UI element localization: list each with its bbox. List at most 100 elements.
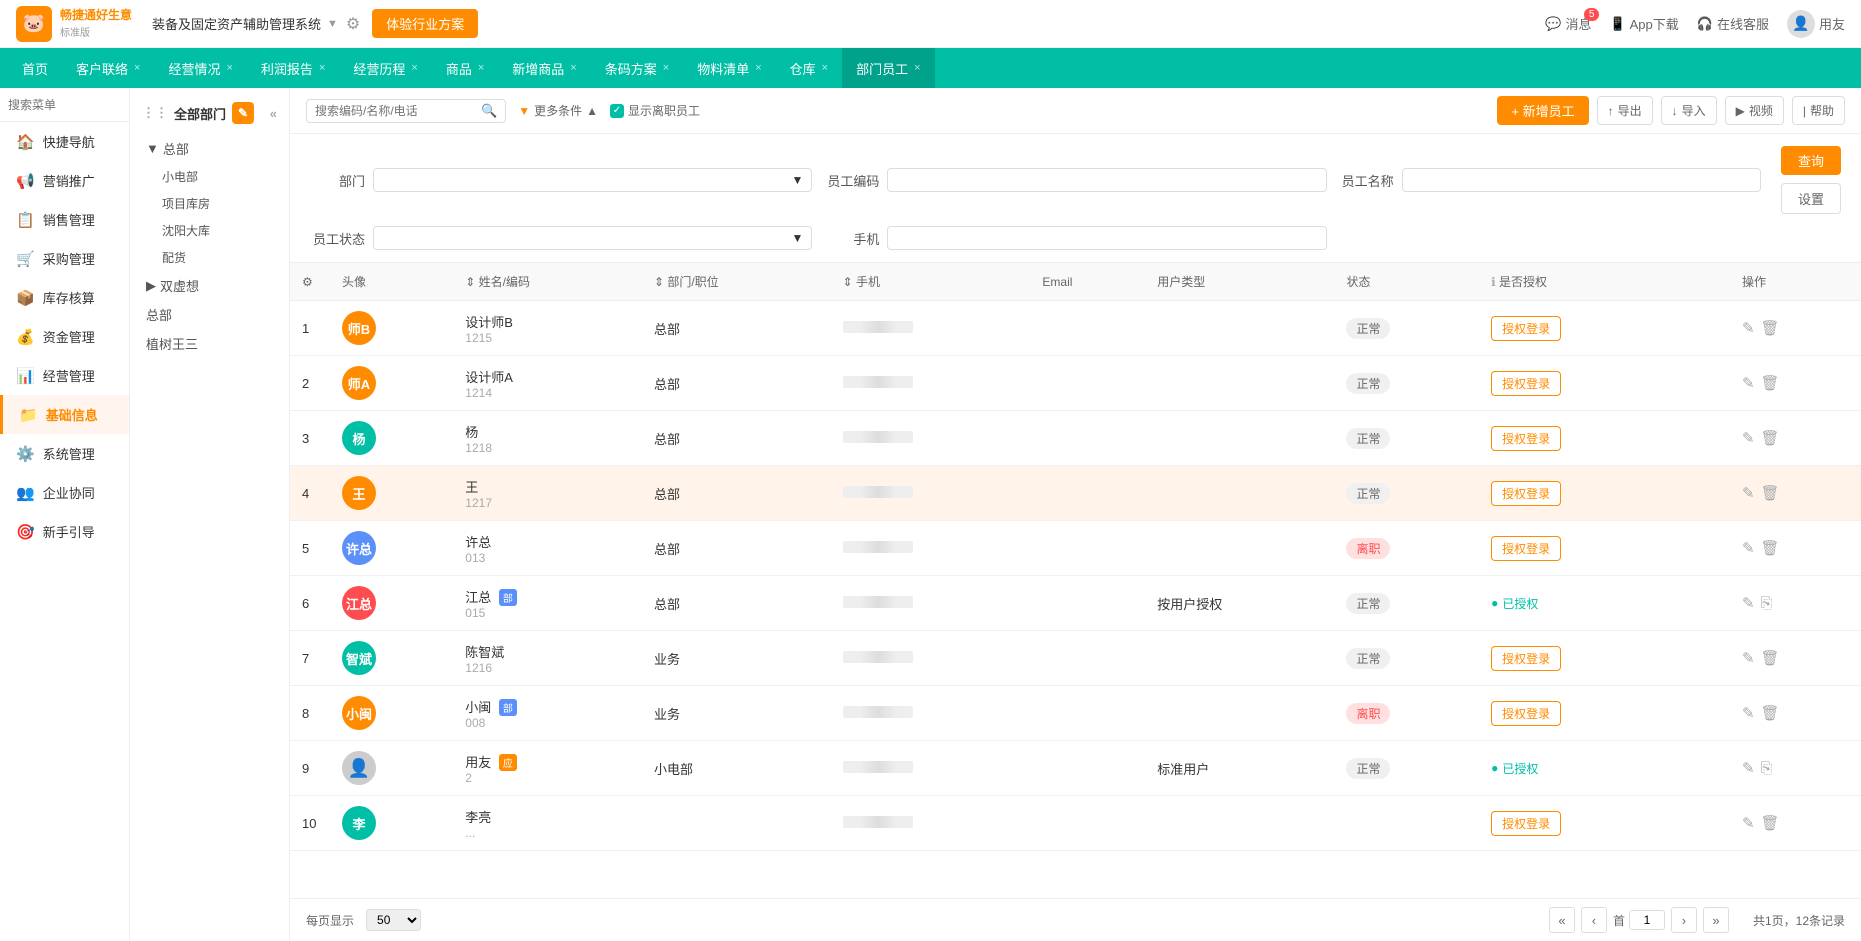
tab-barcode[interactable]: 条码方案× — [591, 48, 683, 88]
dept-node-distribution[interactable]: 配货 — [146, 244, 289, 271]
sidebar-item-basic[interactable]: 📁 基础信息 — [0, 395, 129, 434]
copy-icon[interactable]: ⎘ — [1761, 595, 1773, 612]
auth-login-button[interactable]: 授权登录 — [1491, 811, 1561, 836]
auth-login-button[interactable]: 授权登录 — [1491, 481, 1561, 506]
trial-button[interactable]: 体验行业方案 — [372, 9, 478, 38]
tab-history[interactable]: 经营历程× — [339, 48, 431, 88]
dept-node-shenyang[interactable]: 沈阳大库 — [146, 217, 289, 244]
sidebar-item-collab[interactable]: 👥 企业协同 — [0, 473, 129, 512]
dept-node-proj-room[interactable]: 项目库房 — [146, 190, 289, 217]
edit-icon[interactable]: ✎ — [1742, 374, 1755, 392]
add-employee-button[interactable]: + 新增员工 — [1497, 96, 1588, 125]
edit-icon[interactable]: ✎ — [1742, 484, 1755, 502]
dept-node-plant[interactable]: 植树王三 — [130, 329, 289, 358]
service-btn[interactable]: 🎧 在线客服 — [1697, 14, 1769, 33]
col-dept[interactable]: ⇕ 部门/职位 — [642, 263, 831, 301]
delete-icon[interactable]: 🗑 — [1761, 704, 1780, 722]
close-icon[interactable]: × — [134, 62, 140, 74]
close-icon[interactable]: × — [478, 62, 484, 74]
sidebar-item-marketing[interactable]: 📢 营销推广 — [0, 161, 129, 200]
edit-icon[interactable]: ✎ — [1742, 814, 1755, 832]
delete-icon[interactable]: 🗑 — [1761, 429, 1780, 447]
emp-status-select[interactable]: ▼ — [373, 226, 812, 250]
sidebar-item-finance[interactable]: 💰 资金管理 — [0, 317, 129, 356]
close-icon[interactable]: × — [570, 62, 576, 74]
auth-login-button[interactable]: 授权登录 — [1491, 316, 1561, 341]
sidebar-search-input[interactable] — [8, 98, 130, 112]
dept-edit-icon[interactable]: ✎ — [232, 102, 254, 124]
first-page-button[interactable]: « — [1549, 907, 1575, 933]
delete-icon[interactable]: 🗑 — [1761, 539, 1780, 557]
tab-profit[interactable]: 利润报告× — [247, 48, 339, 88]
close-icon[interactable]: × — [226, 62, 232, 74]
dept-node-dual[interactable]: ▶ 双虚想 — [130, 271, 289, 300]
export-button[interactable]: ↑ 导出 — [1597, 96, 1653, 125]
auth-login-button[interactable]: 授权登录 — [1491, 701, 1561, 726]
sidebar-item-purchase[interactable]: 🛒 采购管理 — [0, 239, 129, 278]
close-icon[interactable]: × — [663, 62, 669, 74]
sidebar-item-shortcut[interactable]: 🏠 快捷导航 — [0, 122, 129, 161]
phone-input[interactable] — [887, 226, 1326, 250]
auth-login-button[interactable]: 授权登录 — [1491, 426, 1561, 451]
sidebar-item-guide[interactable]: 🎯 新手引导 — [0, 512, 129, 551]
auth-login-button[interactable]: 授权登录 — [1491, 536, 1561, 561]
tab-bom[interactable]: 物料清单× — [683, 48, 775, 88]
edit-icon[interactable]: ✎ — [1742, 759, 1755, 777]
delete-icon[interactable]: 🗑 — [1761, 319, 1780, 337]
tab-home[interactable]: 首页 — [8, 48, 62, 88]
tab-goods[interactable]: 商品× — [432, 48, 498, 88]
collapse-icon[interactable]: « — [270, 106, 277, 121]
close-icon[interactable]: × — [914, 62, 920, 74]
auth-login-button[interactable]: 授权登录 — [1491, 646, 1561, 671]
auth-login-button[interactable]: 授权登录 — [1491, 371, 1561, 396]
user-btn[interactable]: 👤 用友 — [1787, 10, 1845, 38]
dept-node-general[interactable]: ▼ 总部 — [130, 134, 289, 163]
edit-icon[interactable]: ✎ — [1742, 649, 1755, 667]
sidebar-item-system[interactable]: ⚙️ 系统管理 — [0, 434, 129, 473]
dept-node-hq[interactable]: 总部 — [130, 300, 289, 329]
edit-icon[interactable]: ✎ — [1742, 429, 1755, 447]
dept-select[interactable]: ▼ — [373, 168, 812, 192]
tab-warehouse[interactable]: 仓库× — [776, 48, 842, 88]
close-icon[interactable]: × — [411, 62, 417, 74]
delete-icon[interactable]: 🗑 — [1761, 374, 1780, 392]
import-button[interactable]: ↓ 导入 — [1661, 96, 1717, 125]
delete-icon[interactable]: 🗑 — [1761, 484, 1780, 502]
prev-page-button[interactable]: ‹ — [1581, 907, 1607, 933]
emp-name-input[interactable] — [1402, 168, 1761, 192]
help-button[interactable]: | 帮助 — [1792, 96, 1845, 125]
close-icon[interactable]: × — [822, 62, 828, 74]
delete-icon[interactable]: 🗑 — [1761, 814, 1780, 832]
sidebar-item-inventory[interactable]: 📦 库存核算 — [0, 278, 129, 317]
gear-icon[interactable]: ⚙ — [346, 14, 360, 34]
edit-icon[interactable]: ✎ — [1742, 319, 1755, 337]
view-button[interactable]: ▶ 视频 — [1725, 96, 1784, 125]
app-download-btn[interactable]: 📱 App下载 — [1609, 14, 1678, 33]
copy-icon[interactable]: ⎘ — [1761, 760, 1773, 777]
tab-operation[interactable]: 经营情况× — [154, 48, 246, 88]
edit-icon[interactable]: ✎ — [1742, 594, 1755, 612]
sidebar-item-operation[interactable]: 📊 经营管理 — [0, 356, 129, 395]
sidebar-item-sales[interactable]: 📋 销售管理 — [0, 200, 129, 239]
next-page-button[interactable]: › — [1671, 907, 1697, 933]
close-icon[interactable]: × — [755, 62, 761, 74]
col-phone[interactable]: ⇕ 手机 — [831, 263, 1031, 301]
show-resigned-toggle[interactable]: ✓ 显示离职员工 — [610, 102, 700, 119]
dept-node-small-elec[interactable]: 小电部 — [146, 163, 289, 190]
last-page-button[interactable]: » — [1703, 907, 1729, 933]
tab-customer[interactable]: 客户联络× — [62, 48, 154, 88]
message-btn[interactable]: 💬 消息 5 — [1545, 14, 1591, 33]
more-conditions-btn[interactable]: ▼ 更多条件 ▲ — [518, 102, 598, 119]
set-button[interactable]: 设置 — [1781, 183, 1841, 214]
tab-add-goods[interactable]: 新增商品× — [498, 48, 590, 88]
col-name[interactable]: ⇕ 姓名/编码 — [453, 263, 642, 301]
search-button[interactable]: 查询 — [1781, 146, 1841, 175]
emp-code-input[interactable] — [887, 168, 1326, 192]
col-settings[interactable]: ⚙ — [290, 263, 330, 301]
dropdown-arrow-icon[interactable]: ▼ — [327, 18, 338, 30]
tab-employees[interactable]: 部门员工× — [842, 48, 934, 88]
edit-icon[interactable]: ✎ — [1742, 704, 1755, 722]
search-input[interactable] — [315, 104, 475, 118]
page-number-input[interactable] — [1629, 910, 1665, 930]
edit-icon[interactable]: ✎ — [1742, 539, 1755, 557]
